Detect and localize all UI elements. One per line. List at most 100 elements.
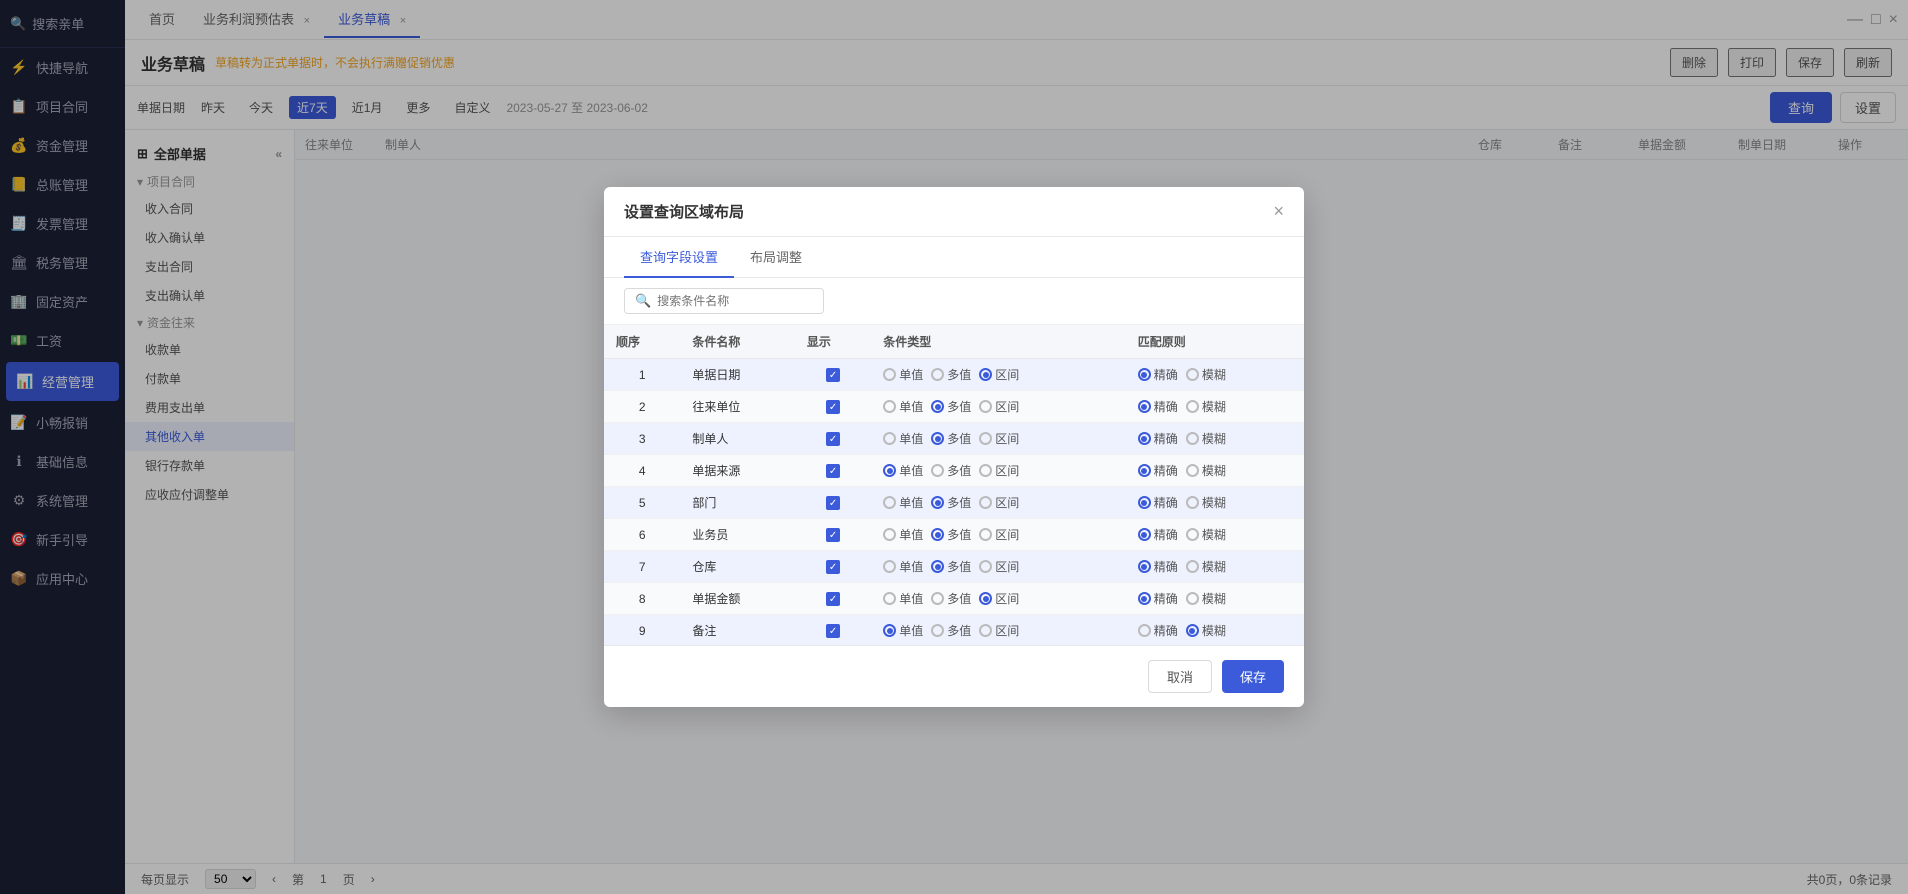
radio-match-exact[interactable]: 精确	[1138, 366, 1178, 383]
radio-multi[interactable]: 多值	[931, 526, 971, 543]
cell-display[interactable]	[795, 551, 871, 583]
radio-dot-range	[979, 560, 992, 573]
radio-multi[interactable]: 多值	[931, 622, 971, 639]
radio-multi[interactable]: 多值	[931, 398, 971, 415]
radio-match-dot-fuzzy	[1186, 496, 1199, 509]
radio-single[interactable]: 单值	[883, 590, 923, 607]
cell-order: 3	[604, 423, 680, 455]
display-checkbox[interactable]	[826, 560, 840, 574]
cell-name: 往来单位	[680, 391, 795, 423]
table-row: 9备注单值多值区间精确模糊	[604, 615, 1304, 646]
radio-multi[interactable]: 多值	[931, 462, 971, 479]
radio-match-fuzzy[interactable]: 模糊	[1186, 590, 1226, 607]
radio-match-dot-fuzzy	[1186, 368, 1199, 381]
cell-match: 精确模糊	[1126, 455, 1304, 487]
radio-match-fuzzy[interactable]: 模糊	[1186, 462, 1226, 479]
dialog-close-button[interactable]: ×	[1273, 201, 1284, 222]
radio-dot-range	[979, 496, 992, 509]
radio-match-dot-exact	[1138, 528, 1151, 541]
radio-match-dot-fuzzy	[1186, 528, 1199, 541]
radio-match-fuzzy[interactable]: 模糊	[1186, 366, 1226, 383]
radio-dot-single	[883, 592, 896, 605]
radio-match-dot-fuzzy	[1186, 560, 1199, 573]
cell-display[interactable]	[795, 487, 871, 519]
radio-range[interactable]: 区间	[979, 398, 1019, 415]
cancel-button[interactable]: 取消	[1148, 660, 1212, 693]
config-table-scroll: 顺序 条件名称 显示 条件类型 匹配原则 1单据日期单值多值区间精确模糊2往来单…	[604, 325, 1304, 645]
radio-match-exact[interactable]: 精确	[1138, 558, 1178, 575]
cell-condition-type: 单值多值区间	[871, 519, 1126, 551]
radio-multi[interactable]: 多值	[931, 494, 971, 511]
radio-dot-single	[883, 368, 896, 381]
radio-single[interactable]: 单值	[883, 430, 923, 447]
radio-match-exact[interactable]: 精确	[1138, 398, 1178, 415]
display-checkbox[interactable]	[826, 528, 840, 542]
radio-range[interactable]: 区间	[979, 494, 1019, 511]
radio-multi[interactable]: 多值	[931, 430, 971, 447]
radio-match-exact[interactable]: 精确	[1138, 590, 1178, 607]
display-checkbox[interactable]	[826, 496, 840, 510]
radio-range[interactable]: 区间	[979, 526, 1019, 543]
radio-range[interactable]: 区间	[979, 430, 1019, 447]
search-input[interactable]	[657, 294, 807, 308]
radio-range[interactable]: 区间	[979, 622, 1019, 639]
radio-match-fuzzy[interactable]: 模糊	[1186, 398, 1226, 415]
display-checkbox[interactable]	[826, 592, 840, 606]
tab-layout-settings[interactable]: 布局调整	[734, 237, 818, 278]
cell-display[interactable]	[795, 519, 871, 551]
radio-match-exact[interactable]: 精确	[1138, 526, 1178, 543]
display-checkbox[interactable]	[826, 432, 840, 446]
radio-multi[interactable]: 多值	[931, 558, 971, 575]
display-checkbox[interactable]	[826, 400, 840, 414]
cell-display[interactable]	[795, 359, 871, 391]
radio-match-exact[interactable]: 精确	[1138, 494, 1178, 511]
cell-display[interactable]	[795, 615, 871, 646]
radio-multi[interactable]: 多值	[931, 366, 971, 383]
display-checkbox[interactable]	[826, 624, 840, 638]
cell-name: 备注	[680, 615, 795, 646]
cell-order: 5	[604, 487, 680, 519]
col-display: 显示	[795, 325, 871, 359]
radio-match-fuzzy[interactable]: 模糊	[1186, 558, 1226, 575]
radio-match-fuzzy[interactable]: 模糊	[1186, 430, 1226, 447]
radio-match-exact[interactable]: 精确	[1138, 462, 1178, 479]
radio-dot-multi	[931, 432, 944, 445]
radio-single[interactable]: 单值	[883, 398, 923, 415]
display-checkbox[interactable]	[826, 464, 840, 478]
radio-dot-single	[883, 624, 896, 637]
cell-condition-type: 单值多值区间	[871, 615, 1126, 646]
radio-single[interactable]: 单值	[883, 366, 923, 383]
radio-match-exact[interactable]: 精确	[1138, 430, 1178, 447]
dialog-search-area: 🔍	[604, 278, 1304, 325]
cell-display[interactable]	[795, 455, 871, 487]
cell-display[interactable]	[795, 423, 871, 455]
radio-multi[interactable]: 多值	[931, 590, 971, 607]
radio-match-fuzzy[interactable]: 模糊	[1186, 494, 1226, 511]
radio-match-dot-exact	[1138, 496, 1151, 509]
radio-dot-range	[979, 624, 992, 637]
radio-match-exact[interactable]: 精确	[1138, 622, 1178, 639]
radio-single[interactable]: 单值	[883, 622, 923, 639]
radio-single[interactable]: 单值	[883, 462, 923, 479]
cell-display[interactable]	[795, 583, 871, 615]
radio-match-fuzzy[interactable]: 模糊	[1186, 526, 1226, 543]
cell-name: 仓库	[680, 551, 795, 583]
config-table: 顺序 条件名称 显示 条件类型 匹配原则 1单据日期单值多值区间精确模糊2往来单…	[604, 325, 1304, 645]
display-checkbox[interactable]	[826, 368, 840, 382]
cell-condition-type: 单值多值区间	[871, 391, 1126, 423]
table-row: 6业务员单值多值区间精确模糊	[604, 519, 1304, 551]
radio-range[interactable]: 区间	[979, 590, 1019, 607]
radio-single[interactable]: 单值	[883, 558, 923, 575]
radio-single[interactable]: 单值	[883, 526, 923, 543]
save-dialog-button[interactable]: 保存	[1222, 660, 1284, 693]
radio-range[interactable]: 区间	[979, 558, 1019, 575]
search-box[interactable]: 🔍	[624, 288, 824, 314]
tab-field-settings[interactable]: 查询字段设置	[624, 237, 734, 278]
radio-match-dot-exact	[1138, 560, 1151, 573]
radio-range[interactable]: 区间	[979, 462, 1019, 479]
radio-match-fuzzy[interactable]: 模糊	[1186, 622, 1226, 639]
radio-range[interactable]: 区间	[979, 366, 1019, 383]
radio-match-dot-fuzzy	[1186, 400, 1199, 413]
cell-display[interactable]	[795, 391, 871, 423]
radio-single[interactable]: 单值	[883, 494, 923, 511]
